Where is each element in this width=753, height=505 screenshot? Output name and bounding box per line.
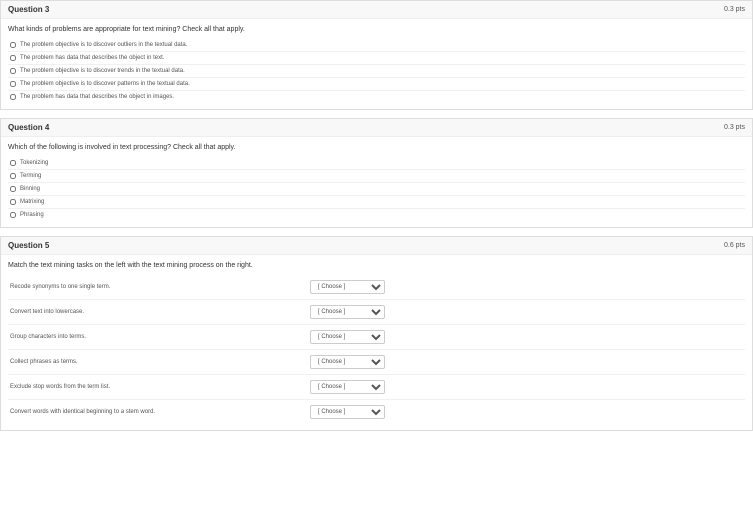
question-4-option[interactable]: Terming <box>8 170 745 183</box>
checkbox[interactable] <box>10 173 16 179</box>
question-3-title: Question 3 <box>8 5 49 14</box>
match-select[interactable]: [ Choose ] <box>310 405 385 419</box>
match-select[interactable]: [ Choose ] <box>310 355 385 369</box>
question-3-option[interactable]: The problem has data that describes the … <box>8 91 745 103</box>
question-3-points: 0.3 pts <box>724 6 745 13</box>
question-4-prompt: Which of the following is involved in te… <box>8 144 745 151</box>
checkbox[interactable] <box>10 94 16 100</box>
question-5-body: Match the text mining tasks on the left … <box>1 255 752 430</box>
match-select[interactable]: [ Choose ] <box>310 330 385 344</box>
question-3-option[interactable]: The problem objective is to discover pat… <box>8 78 745 91</box>
match-row: Exclude stop words from the term list. [… <box>8 375 745 400</box>
option-label: Binning <box>20 186 40 192</box>
question-4-option[interactable]: Tokenizing <box>8 157 745 170</box>
match-row: Convert text into lowercase. [ Choose ] <box>8 300 745 325</box>
match-select[interactable]: [ Choose ] <box>310 380 385 394</box>
option-label: The problem has data that describes the … <box>20 55 164 61</box>
question-3-option[interactable]: The problem objective is to discover out… <box>8 39 745 52</box>
question-5-points: 0.6 pts <box>724 242 745 249</box>
match-label: Group characters into terms. <box>10 334 310 340</box>
question-3-header: Question 3 0.3 pts <box>1 1 752 19</box>
match-row: Recode synonyms to one single term. [ Ch… <box>8 275 745 300</box>
question-4-option[interactable]: Binning <box>8 183 745 196</box>
question-4-title: Question 4 <box>8 123 49 132</box>
question-3-option[interactable]: The problem has data that describes the … <box>8 52 745 65</box>
question-4-body: Which of the following is involved in te… <box>1 137 752 227</box>
question-3-body: What kinds of problems are appropriate f… <box>1 19 752 109</box>
checkbox[interactable] <box>10 55 16 61</box>
option-label: The problem objective is to discover out… <box>20 42 187 48</box>
match-row: Collect phrases as terms. [ Choose ] <box>8 350 745 375</box>
match-select[interactable]: [ Choose ] <box>310 280 385 294</box>
checkbox[interactable] <box>10 212 16 218</box>
match-label: Recode synonyms to one single term. <box>10 284 310 290</box>
option-label: The problem has data that describes the … <box>20 94 174 100</box>
checkbox[interactable] <box>10 81 16 87</box>
question-4-header: Question 4 0.3 pts <box>1 119 752 137</box>
option-label: Phrasing <box>20 212 44 218</box>
match-label: Exclude stop words from the term list. <box>10 384 310 390</box>
match-row: Convert words with identical beginning t… <box>8 400 745 424</box>
question-5-title: Question 5 <box>8 241 49 250</box>
match-label: Convert words with identical beginning t… <box>10 409 310 415</box>
match-label: Convert text into lowercase. <box>10 309 310 315</box>
question-3-option[interactable]: The problem objective is to discover tre… <box>8 65 745 78</box>
match-label: Collect phrases as terms. <box>10 359 310 365</box>
option-label: The problem objective is to discover pat… <box>20 81 190 87</box>
question-5: Question 5 0.6 pts Match the text mining… <box>0 236 753 431</box>
checkbox[interactable] <box>10 160 16 166</box>
option-label: Terming <box>20 173 41 179</box>
question-5-prompt: Match the text mining tasks on the left … <box>8 262 745 269</box>
question-4-option[interactable]: Matrixing <box>8 196 745 209</box>
match-row: Group characters into terms. [ Choose ] <box>8 325 745 350</box>
checkbox[interactable] <box>10 68 16 74</box>
question-3-prompt: What kinds of problems are appropriate f… <box>8 26 745 33</box>
option-label: Tokenizing <box>20 160 48 166</box>
question-4: Question 4 0.3 pts Which of the followin… <box>0 118 753 228</box>
match-select[interactable]: [ Choose ] <box>310 305 385 319</box>
question-4-option[interactable]: Phrasing <box>8 209 745 221</box>
checkbox[interactable] <box>10 199 16 205</box>
question-3: Question 3 0.3 pts What kinds of problem… <box>0 0 753 110</box>
option-label: Matrixing <box>20 199 44 205</box>
question-4-points: 0.3 pts <box>724 124 745 131</box>
option-label: The problem objective is to discover tre… <box>20 68 185 74</box>
question-5-header: Question 5 0.6 pts <box>1 237 752 255</box>
checkbox[interactable] <box>10 186 16 192</box>
checkbox[interactable] <box>10 42 16 48</box>
